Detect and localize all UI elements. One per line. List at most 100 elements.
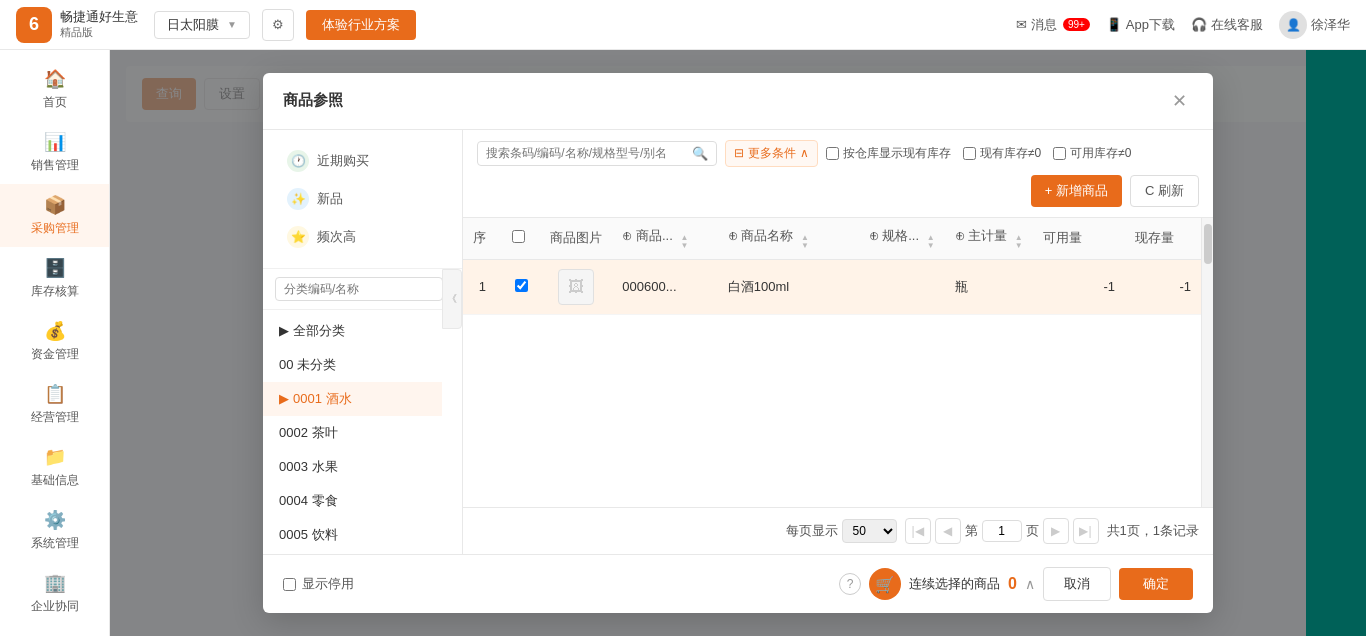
cell-check[interactable] (502, 259, 541, 314)
filter-checkboxes: 按仓库显示现有库存 现有库存≠0 可用库存≠0 (826, 145, 1132, 162)
sidebar-item-guide[interactable]: 🎓 新手引导 (0, 625, 109, 636)
left-panel: 🕐 近期购买 ✨ 新品 ⭐ 频次高 (263, 130, 463, 555)
user-profile-btn[interactable]: 👤 徐泽华 (1279, 11, 1350, 39)
sidebar-item-system[interactable]: ⚙️ 系统管理 (0, 499, 109, 562)
modal-header: 商品参照 ✕ (263, 73, 1213, 130)
col-header-img: 商品图片 (540, 218, 612, 260)
category-0003[interactable]: 0003 水果 (263, 450, 442, 484)
category-0005[interactable]: 0005 饮料 (263, 518, 442, 552)
cart-label: 连续选择的商品 (909, 575, 1000, 593)
sidebar-label-corp: 企业协同 (31, 598, 79, 615)
per-page-select: 每页显示 10 20 50 100 (786, 519, 897, 543)
modal-title: 商品参照 (283, 91, 343, 110)
frequent-item[interactable]: ⭐ 频次高 (275, 218, 450, 256)
refresh-btn[interactable]: C 刷新 (1130, 175, 1199, 207)
col-header-spec[interactable]: ⊕ 规格... ▲▼ (859, 218, 945, 260)
sort-arrows-unit: ▲▼ (1015, 234, 1023, 250)
modal-overlay: 商品参照 ✕ 🕐 近期购买 ✨ (110, 50, 1366, 636)
product-table-container: 序 商品图片 ⊕ 商品... ▲▼ (463, 218, 1201, 508)
category-0001[interactable]: ▶ 0001 酒水 (263, 382, 442, 416)
business-icon: 📋 (44, 383, 66, 405)
per-page-dropdown[interactable]: 10 20 50 100 (842, 519, 897, 543)
first-page-btn[interactable]: |◀ (905, 518, 931, 544)
filter-icon: ⊟ (734, 146, 744, 160)
sidebar-item-inventory[interactable]: 🗄️ 库存核算 (0, 247, 109, 310)
product-table: 序 商品图片 ⊕ 商品... ▲▼ (463, 218, 1201, 315)
sidebar-item-finance[interactable]: 💰 资金管理 (0, 310, 109, 373)
arrow-active-icon: ▶ (279, 391, 289, 406)
category-0004[interactable]: 0004 零食 (263, 484, 442, 518)
system-icon: ⚙️ (44, 509, 66, 531)
show-disabled-checkbox[interactable] (283, 578, 296, 591)
sidebar-item-corp[interactable]: 🏢 企业协同 (0, 562, 109, 625)
cart-icon-btn[interactable]: 🛒 (869, 568, 901, 600)
sidebar-label-inventory: 库存核算 (31, 283, 79, 300)
category-all[interactable]: ▶ 全部分类 (263, 314, 442, 348)
table-scrollbar[interactable] (1201, 218, 1213, 508)
new-product-label: 新品 (317, 190, 343, 208)
panel-collapse-btn[interactable]: 《 (442, 269, 462, 329)
category-search-input[interactable] (275, 277, 442, 301)
settings-gear-btn[interactable]: ⚙ (262, 9, 294, 41)
confirm-btn[interactable]: 确定 (1119, 568, 1193, 600)
online-service-btn[interactable]: 🎧 在线客服 (1191, 16, 1263, 34)
collapse-arrow-icon[interactable]: ∧ (1025, 576, 1035, 592)
sidebar-item-purchase[interactable]: 📦 采购管理 (0, 184, 109, 247)
topbar: 6 畅捷通好生意 精品版 日太阳膜 ▼ ⚙ 体验行业方案 ✉ 消息 99+ 📱 … (0, 0, 1366, 50)
checkbox-by-warehouse[interactable]: 按仓库显示现有库存 (826, 145, 951, 162)
category-00[interactable]: 00 未分类 (263, 348, 442, 382)
checkbox-available-stock[interactable]: 可用库存≠0 (1053, 145, 1131, 162)
sort-arrows-spec: ▲▼ (927, 234, 935, 250)
prev-page-btn[interactable]: ◀ (935, 518, 961, 544)
trial-btn[interactable]: 体验行业方案 (306, 10, 416, 40)
sidebar-item-business[interactable]: 📋 经营管理 (0, 373, 109, 436)
app-download-btn[interactable]: 📱 App下载 (1106, 16, 1175, 34)
cell-spec (859, 259, 945, 314)
product-image: 🖼 (558, 269, 594, 305)
sidebar-label-sales: 销售管理 (31, 157, 79, 174)
sidebar-item-basic[interactable]: 📁 基础信息 (0, 436, 109, 499)
sort-icon-unit: ⊕ (955, 228, 965, 243)
modal-close-btn[interactable]: ✕ (1165, 87, 1193, 115)
table-row[interactable]: 1 🖼 000600... (463, 259, 1201, 314)
last-page-btn[interactable]: ▶| (1073, 518, 1099, 544)
modal-body: 🕐 近期购买 ✨ 新品 ⭐ 频次高 (263, 130, 1213, 555)
cell-name: 白酒100ml (718, 259, 859, 314)
next-page-btn[interactable]: ▶ (1043, 518, 1069, 544)
row-checkbox[interactable] (515, 279, 528, 292)
show-disabled-group: 显示停用 (283, 575, 354, 593)
table-header-row: 序 商品图片 ⊕ 商品... ▲▼ (463, 218, 1201, 260)
scrollbar-thumb (1204, 224, 1212, 264)
messages-btn[interactable]: ✉ 消息 99+ (1016, 16, 1090, 34)
product-search-input[interactable] (486, 146, 686, 160)
category-0002[interactable]: 0002 茶叶 (263, 416, 442, 450)
recent-purchase-label: 近期购买 (317, 152, 369, 170)
sidebar-label-home: 首页 (43, 94, 67, 111)
cell-stock: -1 (1125, 259, 1201, 314)
recent-purchase-item[interactable]: 🕐 近期购买 (275, 142, 450, 180)
search-icon[interactable]: 🔍 (692, 146, 708, 161)
cancel-btn[interactable]: 取消 (1043, 567, 1111, 601)
new-product-item[interactable]: ✨ 新品 (275, 180, 450, 218)
col-header-name[interactable]: ⊕ 商品名称 ▲▼ (718, 218, 859, 260)
help-icon[interactable]: ? (839, 573, 861, 595)
checkbox-current-stock[interactable]: 现有库存≠0 (963, 145, 1041, 162)
cell-index: 1 (463, 259, 502, 314)
col-header-code[interactable]: ⊕ 商品... ▲▼ (612, 218, 717, 260)
sidebar-item-sales[interactable]: 📊 销售管理 (0, 121, 109, 184)
select-all-checkbox[interactable] (512, 230, 525, 243)
col-header-available: 可用量 (1033, 218, 1125, 260)
cell-available: -1 (1033, 259, 1125, 314)
page-input[interactable] (982, 520, 1022, 542)
pagination-bar: 每页显示 10 20 50 100 |◀ ◀ (463, 507, 1213, 554)
inventory-icon: 🗄️ (44, 257, 66, 279)
store-selector[interactable]: 日太阳膜 ▼ (154, 11, 250, 39)
sidebar-item-home[interactable]: 🏠 首页 (0, 58, 109, 121)
per-page-label: 每页显示 (786, 522, 838, 540)
content-area: 查询 设置 刷新 商品参照 ✕ (110, 50, 1366, 636)
logo-text: 畅捷通好生意 (60, 9, 138, 26)
add-product-btn[interactable]: + 新增商品 (1031, 175, 1122, 207)
col-header-unit[interactable]: ⊕ 主计量 ▲▼ (945, 218, 1033, 260)
star-icon: ⭐ (287, 226, 309, 248)
more-filter-btn[interactable]: ⊟ 更多条件 ∧ (725, 140, 818, 167)
